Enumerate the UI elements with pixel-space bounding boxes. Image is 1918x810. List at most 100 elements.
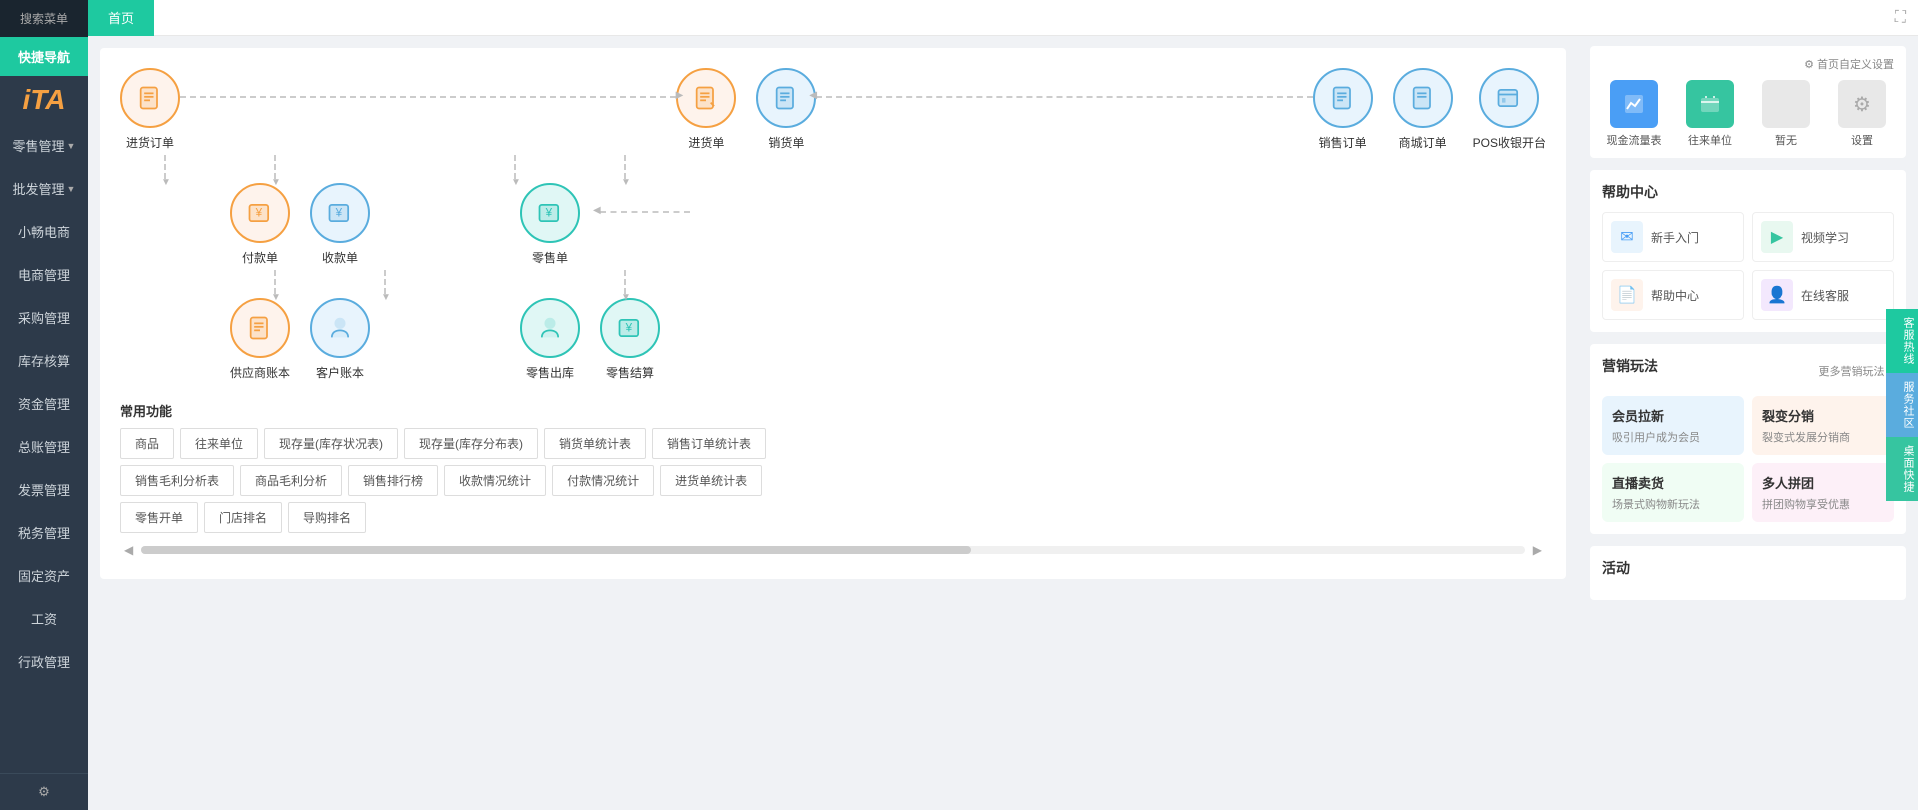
sidebar-item-ecom-small[interactable]: 小畅电商 [0, 210, 88, 253]
service-label: 在线客服 [1801, 287, 1849, 304]
func-btn-payment-stats[interactable]: 付款情况统计 [552, 465, 654, 496]
help-doc-label: 帮助中心 [1651, 287, 1699, 304]
flow-node-mall-order[interactable]: 商城订单 [1393, 68, 1453, 151]
quick-access-header: ⚙ 首页自定义设置 [1602, 56, 1894, 72]
video-icon: ▶ [1761, 221, 1793, 253]
flow-node-customer-account[interactable]: 客户账本 [310, 298, 370, 381]
help-item-beginner[interactable]: ✉ 新手入门 [1602, 212, 1744, 262]
sidebar-item-tax[interactable]: 税务管理 [0, 511, 88, 554]
payment-in-icon: ¥ [310, 183, 370, 243]
expand-icon[interactable]: ⛶ [1895, 9, 1906, 26]
marketing-item-fission[interactable]: 裂变分销 裂变式发展分销商 [1752, 396, 1894, 455]
quick-icon-settings[interactable]: ⚙ 设置 [1830, 80, 1894, 148]
sidebar-item-retail[interactable]: 零售管理 ▼ [0, 124, 88, 167]
pos-label: POS收银开台 [1473, 134, 1546, 151]
func-btn-retail-order[interactable]: 零售开单 [120, 502, 198, 533]
arrow-right-1 [180, 96, 676, 124]
sidebar-item-wholesale[interactable]: 批发管理 ▼ [0, 167, 88, 210]
sidebar-item-inventory[interactable]: 库存核算 [0, 339, 88, 382]
service-icon: 👤 [1761, 279, 1793, 311]
sidebar-item-admin[interactable]: 行政管理 [0, 640, 88, 683]
flow-node-pos[interactable]: POS收银开台 [1473, 68, 1546, 151]
func-btn-stock-status[interactable]: 现存量(库存状况表) [264, 428, 398, 459]
float-btn-desktop[interactable]: 桌面快捷 [1886, 437, 1918, 501]
flow-node-purchase-bill[interactable]: 进货单 [676, 68, 736, 151]
float-btn-service[interactable]: 客服热线 [1886, 309, 1918, 373]
flow-node-retail-bill[interactable]: ¥ 零售单 [520, 183, 580, 266]
func-btn-sales-order-stats[interactable]: 销售订单统计表 [652, 428, 766, 459]
help-item-video[interactable]: ▶ 视频学习 [1752, 212, 1894, 262]
func-btn-goods-profit[interactable]: 商品毛利分析 [240, 465, 342, 496]
func-row-1: 商品 往来单位 现存量(库存状况表) 现存量(库存分布表) 销货单统计表 销售订… [120, 428, 1546, 459]
more-marketing-link[interactable]: 更多营销玩法 > [1819, 363, 1894, 379]
help-item-help[interactable]: 📄 帮助中心 [1602, 270, 1744, 320]
marketing-item-live[interactable]: 直播卖货 场景式购物新玩法 [1602, 463, 1744, 522]
ita-logo: iTA [0, 76, 88, 124]
pos-icon [1479, 68, 1539, 128]
sidebar-item-ecom[interactable]: 电商管理 [0, 253, 88, 296]
top-bar-right: ⛶ [1895, 9, 1918, 27]
activity-card: 活动 [1590, 546, 1906, 600]
quick-icon-units[interactable]: 往来单位 [1678, 80, 1742, 148]
flow-node-sales-order[interactable]: 销售订单 [1313, 68, 1373, 151]
help-grid: ✉ 新手入门 ▶ 视频学习 📄 帮助中心 👤 在线客服 [1602, 212, 1894, 320]
sidebar-item-assets[interactable]: 固定资产 [0, 554, 88, 597]
customize-button[interactable]: ⚙ 首页自定义设置 [1804, 56, 1894, 72]
flow-node-supplier-account[interactable]: 供应商账本 [230, 298, 290, 381]
ita-text: iTA [22, 86, 65, 114]
scroll-right-arrow[interactable]: ▶ [1529, 541, 1546, 559]
func-btn-sales-rank[interactable]: 销售排行榜 [348, 465, 438, 496]
flow-node-sales-bill[interactable]: 销货单 [756, 68, 816, 151]
flow-node-retail-settle[interactable]: ¥ 零售结算 [600, 298, 660, 381]
supplier-account-icon [230, 298, 290, 358]
flow-diagram: 进货订单 进货单 [120, 68, 1546, 385]
arrow-down-pos [624, 155, 626, 179]
customer-account-icon [310, 298, 370, 358]
flow-node-payment-out[interactable]: ¥ 付款单 [230, 183, 290, 266]
sidebar-settings[interactable]: ⚙ [0, 773, 88, 810]
purchase-bill-icon [676, 68, 736, 128]
sidebar-item-finance[interactable]: 资金管理 [0, 382, 88, 425]
retail-settle-icon: ¥ [600, 298, 660, 358]
top-bar: 首页 ⛶ [88, 0, 1918, 36]
scroll-bar: ◀ ▶ [120, 541, 1546, 559]
tab-home[interactable]: 首页 [88, 0, 154, 36]
scroll-left-arrow[interactable]: ◀ [120, 541, 137, 559]
help-card-title: 帮助中心 [1602, 182, 1894, 202]
sidebar: 搜索菜单 快捷导航 iTA 零售管理 ▼ 批发管理 ▼ 小畅电商 电商管理 采购… [0, 0, 88, 810]
sidebar-search[interactable]: 搜索菜单 [0, 0, 88, 37]
sidebar-item-ledger[interactable]: 总账管理 [0, 425, 88, 468]
live-desc: 场景式购物新玩法 [1612, 496, 1734, 512]
func-btn-guide-rank[interactable]: 导购排名 [288, 502, 366, 533]
member-desc: 吸引用户成为会员 [1612, 429, 1734, 445]
func-btn-receipt-stats[interactable]: 收款情况统计 [444, 465, 546, 496]
quick-icon-cashflow[interactable]: 现金流量表 [1602, 80, 1666, 148]
func-btn-sales-stats[interactable]: 销货单统计表 [544, 428, 646, 459]
func-btn-stock-dist[interactable]: 现存量(库存分布表) [404, 428, 538, 459]
marketing-item-group[interactable]: 多人拼团 拼团购物享受优惠 [1752, 463, 1894, 522]
flow-node-retail-out[interactable]: 零售出库 [520, 298, 580, 381]
svg-text:¥: ¥ [545, 207, 553, 220]
marketing-title: 营销玩法 [1602, 356, 1658, 376]
help-item-service[interactable]: 👤 在线客服 [1752, 270, 1894, 320]
chevron-down-icon: ▼ [67, 141, 76, 151]
retail-settle-label: 零售结算 [606, 364, 654, 381]
marketing-card: 营销玩法 更多营销玩法 > 会员拉新 吸引用户成为会员 裂变分销 裂变式发展分销… [1590, 344, 1906, 534]
func-btn-purchase-stats[interactable]: 进货单统计表 [660, 465, 762, 496]
sidebar-item-invoice[interactable]: 发票管理 [0, 468, 88, 511]
marketing-item-member[interactable]: 会员拉新 吸引用户成为会员 [1602, 396, 1744, 455]
arrow-left-1: ◀ [816, 96, 1312, 124]
func-btn-sales-profit[interactable]: 销售毛利分析表 [120, 465, 234, 496]
sidebar-item-salary[interactable]: 工资 [0, 597, 88, 640]
scroll-track[interactable] [141, 546, 1525, 554]
func-btn-store-rank[interactable]: 门店排名 [204, 502, 282, 533]
video-label: 视频学习 [1801, 229, 1849, 246]
flow-node-purchase-order[interactable]: 进货订单 [120, 68, 180, 151]
flow-node-payment-in[interactable]: ¥ 收款单 [310, 183, 370, 266]
quick-icon-empty[interactable]: 暂无 [1754, 80, 1818, 148]
func-row-3: 零售开单 门店排名 导购排名 [120, 502, 1546, 533]
func-btn-units[interactable]: 往来单位 [180, 428, 258, 459]
func-btn-goods[interactable]: 商品 [120, 428, 174, 459]
sidebar-item-purchase[interactable]: 采购管理 [0, 296, 88, 339]
float-btn-community[interactable]: 服务社区 [1886, 373, 1918, 437]
